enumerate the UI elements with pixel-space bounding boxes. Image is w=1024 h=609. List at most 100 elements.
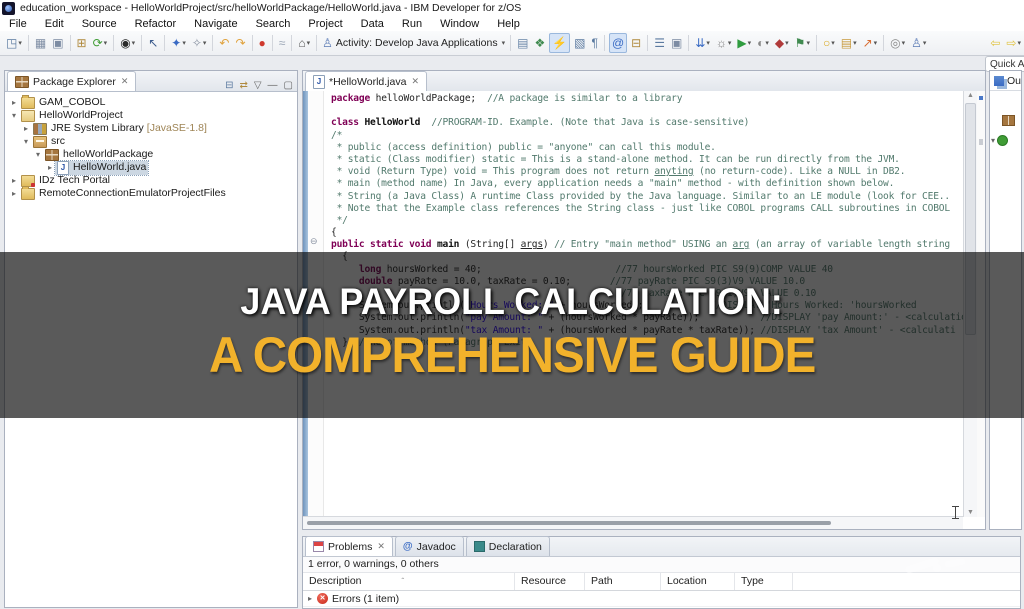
highlight-icon[interactable]: ⚡ <box>549 33 571 53</box>
outline-package-row[interactable] <box>1002 113 1021 131</box>
tab-problems[interactable]: Problems ✕ <box>305 536 393 556</box>
view-menu-icon[interactable]: ▽ <box>254 80 262 91</box>
maximize-icon[interactable]: ▢ <box>284 80 293 91</box>
chevron-down-icon[interactable]: ▾ <box>831 39 835 47</box>
launch-icon[interactable]: ↗ ▾ <box>861 34 880 52</box>
tree-item-helloworldpackage[interactable]: ▾ helloWorldPackage <box>5 148 297 161</box>
refresh-icon[interactable]: ⟳ ▾ <box>91 34 110 52</box>
chevron-down-icon[interactable]: ▾ <box>785 39 789 47</box>
menu-data[interactable]: Data <box>352 18 393 30</box>
code-line[interactable]: //77 taxRate PIC S9(1)V99 VALUE 0.10 <box>331 288 963 300</box>
chevron-down-icon[interactable]: ▾ <box>902 39 906 47</box>
remote-systems-icon[interactable]: @ <box>608 33 628 53</box>
chevron-down-icon[interactable]: ▾ <box>307 39 311 47</box>
code-line[interactable]: public static void main (String[] args) … <box>331 239 963 251</box>
code-line[interactable]: System.out.println("Hours Worked: " + ho… <box>331 300 963 312</box>
forward-icon[interactable]: ⇨ ▾ <box>1004 34 1023 52</box>
chevron-down-icon[interactable]: ▾ <box>853 39 857 47</box>
outline-header[interactable]: Outl <box>990 71 1021 91</box>
code-line[interactable]: * main (method name) In Java, every appl… <box>331 178 963 190</box>
new-wizard-icon[interactable]: ◳ ▾ <box>4 34 24 52</box>
chevron-down-icon[interactable]: ▾ <box>748 39 752 47</box>
close-icon[interactable]: ✕ <box>121 76 129 87</box>
code-line[interactable]: * String (a Java Class) A runtime Class … <box>331 191 963 203</box>
code-line[interactable]: { <box>331 251 963 263</box>
column-header-location[interactable]: Location <box>661 573 735 590</box>
collapse-all-icon[interactable]: ⊟ <box>225 80 233 91</box>
form-editor-icon[interactable]: ▧ <box>572 34 587 52</box>
vertical-scrollbar[interactable]: ▲ ▼ <box>963 91 977 517</box>
scrollbar-thumb[interactable] <box>965 103 976 335</box>
menu-run[interactable]: Run <box>393 18 431 30</box>
tab-package-explorer[interactable]: Package Explorer ✕ <box>7 71 137 91</box>
code-line[interactable]: { <box>331 227 963 239</box>
profile-icon[interactable]: ◉ ▾ <box>118 34 137 52</box>
chevron-down-icon[interactable]: ▾ <box>182 39 186 47</box>
save-all-icon[interactable]: ▣ <box>50 34 65 52</box>
chevron-down-icon[interactable]: ▾ <box>874 39 878 47</box>
chevron-down-icon[interactable]: ▾ <box>728 39 732 47</box>
tree-item-helloworld-java[interactable]: ▸ J HelloWorld.java <box>5 159 297 176</box>
minimize-icon[interactable]: — <box>268 80 278 91</box>
tree-item-helloworldproject[interactable]: ▾ HelloWorldProject <box>5 109 297 122</box>
annotation-marker[interactable] <box>979 96 983 100</box>
chevron-down-icon[interactable]: ▾ <box>806 39 810 47</box>
code-line[interactable] <box>331 105 963 117</box>
menu-window[interactable]: Window <box>431 18 488 30</box>
code-line[interactable]: * public (access definition) public = "a… <box>331 142 963 154</box>
back-icon[interactable]: ⇦ <box>988 34 1002 52</box>
task-list-icon[interactable]: ⊟ <box>629 34 643 52</box>
chevron-down-icon[interactable]: ▾ <box>203 39 207 47</box>
column-header-resource[interactable]: Resource <box>515 573 585 590</box>
code-editor[interactable]: package helloWorldPackage; //A package i… <box>303 91 985 529</box>
properties-icon[interactable]: ▣ <box>669 34 684 52</box>
annotation-marker[interactable] <box>979 139 983 145</box>
column-header-path[interactable]: Path <box>585 573 661 590</box>
perspective-icon[interactable]: ❖ <box>532 34 547 52</box>
user-tool-icon[interactable]: ♙ ▾ <box>909 34 928 52</box>
chevron-down-icon[interactable]: ▾ <box>33 148 43 161</box>
problems-row-errors[interactable]: ▸ ✕ Errors (1 item) <box>303 591 1020 607</box>
run-icon[interactable]: ▶ ▾ <box>735 34 753 52</box>
code-line[interactable]: } //End of method (Paragraph Exit) <box>331 337 963 349</box>
redo-icon[interactable]: ↷ <box>233 34 247 52</box>
chevron-right-icon[interactable]: ▸ <box>9 174 19 187</box>
horizontal-scrollbar[interactable] <box>303 516 963 529</box>
home-icon[interactable]: ⌂ ▾ <box>296 34 312 52</box>
column-header-description[interactable]: Description ˆ <box>303 573 515 590</box>
code-line[interactable]: /* <box>331 130 963 142</box>
chevron-down-icon[interactable]: ▾ <box>104 39 108 47</box>
sort-down-icon[interactable]: ⇊ ▾ <box>693 34 712 52</box>
outline-class-row[interactable]: ▾ <box>991 135 1021 146</box>
chevron-down-icon[interactable]: ▾ <box>21 135 31 148</box>
record-icon[interactable]: ● <box>257 34 268 52</box>
menu-search[interactable]: Search <box>247 18 300 30</box>
chevron-down-icon[interactable]: ▾ <box>132 39 136 47</box>
code-line[interactable]: double payRate = 10.0, taxRate = 0.10; /… <box>331 276 963 288</box>
annotations-icon[interactable]: ◎ ▾ <box>888 34 907 52</box>
close-icon[interactable]: ✕ <box>377 541 385 552</box>
scroll-up-icon[interactable]: ▲ <box>964 92 977 99</box>
chevron-right-icon[interactable]: ▸ <box>303 594 317 603</box>
activity-selector[interactable]: ♙ Activity: Develop Java Applications ▾ <box>322 36 505 50</box>
code-line[interactable]: * static (Class modifier) static = This … <box>331 154 963 166</box>
chevron-right-icon[interactable]: ▸ <box>9 187 19 200</box>
tree-item-idz-tech-portal[interactable]: ▸ IDz Tech Portal <box>5 174 297 187</box>
tree-item-remoteconnectionemulatorprojectfiles[interactable]: ▸ RemoteConnectionEmulatorProjectFiles <box>5 185 297 200</box>
save-icon[interactable]: ▦ <box>33 34 48 52</box>
code-line[interactable]: System.out.println("pay Amount: " + (hou… <box>331 312 963 324</box>
overview-ruler[interactable] <box>976 91 985 517</box>
code-area[interactable]: package helloWorldPackage; //A package i… <box>331 93 963 517</box>
pilcrow-icon[interactable]: ¶ <box>590 34 600 52</box>
run-attach-icon[interactable]: ✧ ▾ <box>190 34 209 52</box>
code-line[interactable]: */ <box>331 215 963 227</box>
code-line[interactable]: long hoursWorked = 40; //77 hoursWorked … <box>331 264 963 276</box>
code-line[interactable]: System.out.println("tax Amount: " + (hou… <box>331 325 963 337</box>
scrollbar-thumb[interactable] <box>307 521 831 525</box>
chevron-down-icon[interactable]: ▾ <box>1017 39 1021 47</box>
tree-item-src[interactable]: ▾ src <box>5 135 297 148</box>
scroll-down-icon[interactable]: ▼ <box>964 509 977 516</box>
column-header-type[interactable]: Type <box>735 573 793 590</box>
link-editor-icon[interactable]: ⇄ <box>239 80 247 91</box>
close-icon[interactable]: ✕ <box>411 76 419 87</box>
